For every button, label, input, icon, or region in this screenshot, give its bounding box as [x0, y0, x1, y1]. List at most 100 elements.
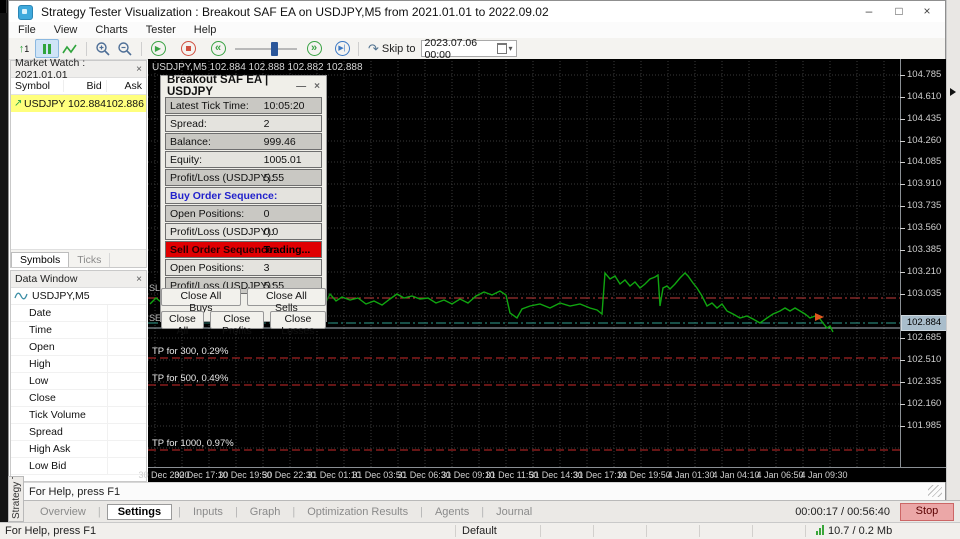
time-axis[interactable]: 30 Dec 2020 30 Dec 17:10 30 Dec 19:50 30 De…	[138, 470, 900, 482]
ea-row-open-positions-: Open Positions: 0	[165, 205, 322, 222]
maximize-button[interactable]: □	[885, 1, 913, 22]
zigzag-icon[interactable]	[59, 40, 81, 57]
zoom-in-button[interactable]	[92, 40, 114, 57]
menu-tester[interactable]: Tester	[137, 24, 185, 36]
close-losses-button[interactable]: Close Losses	[269, 311, 326, 337]
price-tick-mark	[900, 184, 905, 185]
price-tick-label: 102.510	[907, 354, 942, 365]
fast-forward-button[interactable]: »	[303, 40, 325, 57]
speed-slider[interactable]	[235, 41, 297, 57]
ea-row-label: Equity:	[170, 153, 203, 166]
data-window-title: Data Window	[15, 273, 78, 285]
ea-row-label: Profit/Loss (USDJPY):	[170, 225, 274, 238]
connection-signal-icon	[816, 525, 824, 535]
price-tick-mark	[900, 75, 905, 76]
close-all-buys-button[interactable]: Close All Buys	[161, 288, 241, 314]
rewind-button[interactable]: «	[207, 40, 229, 57]
terminal-status-bar: For Help, press F1 Default 10.7 / 0.2 Mb	[0, 522, 960, 539]
tester-vertical-label: Strategy Tester	[11, 476, 22, 519]
menu-file[interactable]: File	[9, 24, 45, 36]
date-value[interactable]: 2023.07.06 00:00	[425, 37, 497, 61]
wave-icon	[14, 292, 28, 300]
ea-panel-title-bar[interactable]: Breakout SAF EA | USDJPY — ×	[161, 74, 326, 98]
price-tick-label: 102.335	[907, 376, 942, 387]
dropdown-arrow-icon[interactable]: ▾	[509, 44, 513, 53]
tester-tab-graph[interactable]: Graph	[244, 505, 287, 519]
close-all-button[interactable]: Close All	[161, 311, 204, 337]
field-label: Time	[29, 324, 52, 336]
menu-charts[interactable]: Charts	[86, 24, 136, 36]
tester-progress: 00:00:17 / 00:56:40 Stop	[795, 502, 960, 521]
field-value	[107, 424, 146, 440]
ask-value: 102.886	[106, 97, 144, 110]
skip-to-icon: ↷	[368, 40, 379, 56]
skip-to-label: Skip to	[381, 42, 416, 55]
price-tick-label: 104.085	[907, 156, 942, 167]
close-all-sells-button[interactable]: Close All Sells	[246, 288, 326, 314]
tester-tab-journal[interactable]: Journal	[490, 505, 538, 519]
price-tick-label: 103.560	[907, 222, 942, 233]
ea-row-label: Spread:	[170, 117, 207, 130]
stop-test-button[interactable]: Stop	[900, 502, 954, 521]
market-watch-close-icon[interactable]: ×	[136, 64, 142, 75]
instrument-row: USDJPY,M5	[11, 288, 146, 305]
price-tick-mark	[900, 404, 905, 405]
minimize-button[interactable]: –	[855, 1, 883, 22]
play-button[interactable]: ▶	[147, 40, 169, 57]
price-tick-mark	[900, 119, 905, 120]
data-field-row: Spread	[11, 424, 146, 441]
profile-name[interactable]: Default	[456, 523, 540, 539]
window-status-bar: For Help, press F1	[9, 482, 945, 500]
tester-tab-inputs[interactable]: Inputs	[187, 505, 229, 519]
menu-view[interactable]: View	[45, 24, 87, 36]
market-watch-title-bar[interactable]: Market Watch : 2021.01.01 ×	[11, 57, 146, 81]
data-window-title-bar[interactable]: Data Window ×	[11, 271, 146, 288]
slider-handle[interactable]	[271, 41, 278, 56]
expand-arrow-icon[interactable]	[950, 88, 956, 96]
tab-ticks[interactable]: Ticks	[69, 253, 111, 267]
window-title: Strategy Tester Visualization : Breakout…	[41, 5, 549, 19]
tab-symbols[interactable]: Symbols	[11, 252, 70, 267]
time-tick-label: 4 Jan 01:30	[667, 470, 715, 480]
field-label: Low	[29, 375, 49, 387]
pause-button[interactable]	[35, 39, 59, 58]
current-price-badge: 102.884	[901, 315, 947, 331]
data-window-close-icon[interactable]: ×	[136, 274, 142, 285]
ea-minimize-icon[interactable]: —	[296, 81, 306, 92]
menu-help[interactable]: Help	[185, 24, 226, 36]
bid-value: 102.884	[68, 97, 106, 110]
tester-tab-agents[interactable]: Agents	[429, 505, 475, 519]
tester-tab-overview[interactable]: Overview	[34, 505, 92, 519]
zoom-out-button[interactable]	[114, 40, 136, 57]
close-button[interactable]: ×	[913, 1, 941, 22]
stop-button[interactable]	[177, 40, 199, 57]
ea-dashboard-panel[interactable]: Breakout SAF EA | USDJPY — × Latest Tick…	[160, 74, 327, 337]
ticks-step-icon[interactable]: ↑ 1	[13, 40, 35, 57]
ea-row-buy-order-sequence-: Buy Order Sequence:	[165, 187, 322, 204]
tester-tab-optimization-results[interactable]: Optimization Results	[301, 505, 414, 519]
symbol-name: USDJPY	[24, 97, 66, 110]
price-tick-mark	[900, 360, 905, 361]
ea-row-label: Sell Order Sequence:	[170, 243, 277, 256]
price-tick-mark	[900, 162, 905, 163]
time-tick-label: 4 Jan 06:50	[756, 470, 804, 480]
ea-row-label: Balance:	[170, 135, 211, 148]
title-bar[interactable]: Strategy Tester Visualization : Breakout…	[9, 1, 945, 22]
symbol-row-usdjpy[interactable]: ↗ USDJPY 102.884 102.886	[11, 95, 146, 112]
ea-row-value: 2	[263, 117, 270, 130]
price-tick-label: 104.435	[907, 113, 942, 124]
tester-tab-settings[interactable]: Settings	[106, 503, 173, 520]
price-tick-mark	[900, 338, 905, 339]
tester-tabs: Overview | Settings | Inputs | Graph | Optimizat…	[34, 503, 538, 520]
close-profits-button[interactable]: Close Profits	[209, 311, 264, 337]
terminal-right-strip	[946, 0, 960, 522]
ea-status-rows: Latest Tick Time: 10:05:20 Spread: 2 Balance…	[165, 97, 322, 295]
date-picker[interactable]: 2023.07.06 00:00 ▾	[420, 37, 517, 61]
price-tick-label: 103.910	[907, 178, 942, 189]
ea-row-equity-: Equity: 1005.01	[165, 151, 322, 168]
ea-close-icon[interactable]: ×	[314, 81, 320, 92]
toolbar: ↑ 1 ▶ « » ▶| ↷ Skip to 2023.07.06 00:00 …	[9, 37, 945, 61]
tester-tab-bar: Overview | Settings | Inputs | Graph | Optimizat…	[24, 500, 960, 522]
resize-grip[interactable]	[928, 485, 942, 497]
skip-to-end-button[interactable]: ▶|	[331, 40, 353, 57]
